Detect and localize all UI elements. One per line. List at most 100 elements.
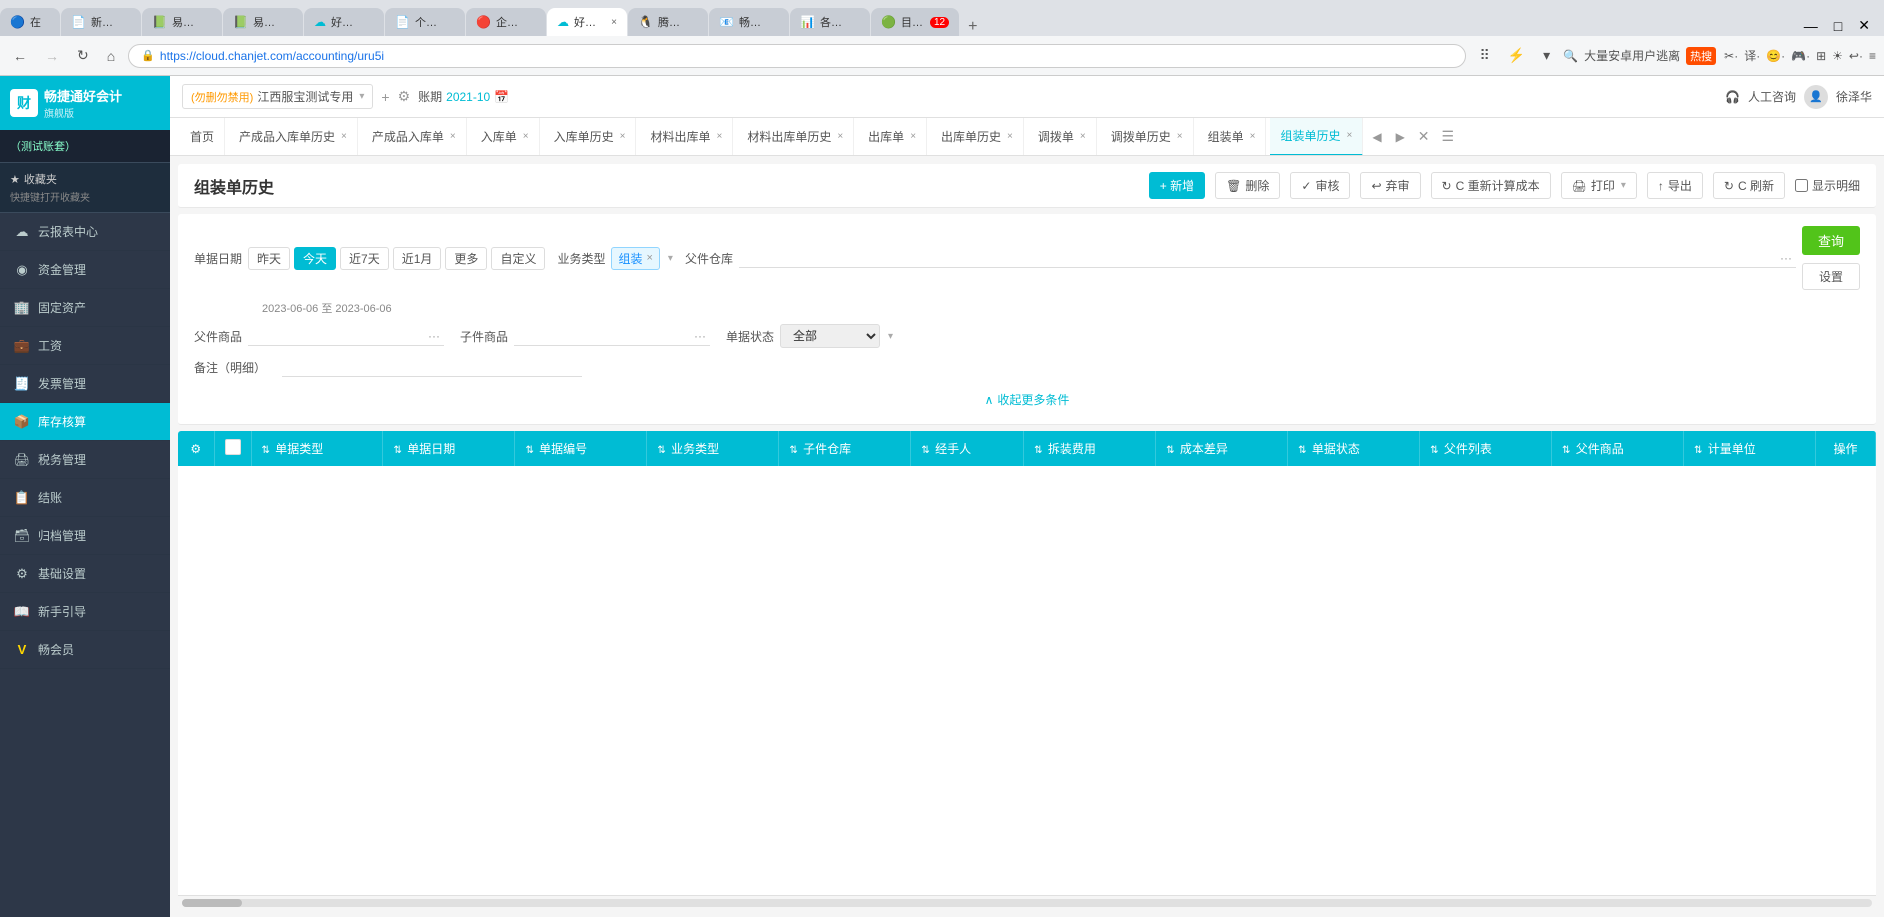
biz-type-remove-btn[interactable]: ×	[646, 252, 652, 264]
th-disassembly-cost[interactable]: ⇅ 拆装费用	[1024, 431, 1156, 466]
nav-tab-in-hist-close[interactable]: ×	[620, 131, 626, 142]
menu-tool[interactable]: ≡	[1869, 49, 1876, 63]
tab-6[interactable]: 📄 个…	[385, 8, 465, 36]
nav-tab-prod-in-hist[interactable]: 产成品入库单历史 ×	[229, 118, 358, 156]
sidebar-item-cloud-report[interactable]: ☁ 云报表中心	[0, 213, 170, 251]
custom-date-btn[interactable]: 自定义	[491, 247, 545, 270]
back-button[interactable]: ←	[8, 46, 32, 66]
query-button[interactable]: 查询	[1802, 226, 1860, 255]
maximize-btn[interactable]: □	[1828, 16, 1848, 36]
print-btn[interactable]: 🖨 打印 ▾	[1561, 172, 1637, 199]
extensions-button[interactable]: ⠿	[1474, 45, 1494, 66]
close-btn[interactable]: ✕	[1852, 15, 1876, 36]
recalc-btn[interactable]: ↻ C 重新计算成本	[1431, 172, 1551, 199]
th-biz-type[interactable]: ⇅ 业务类型	[647, 431, 779, 466]
nav-tab-material-out-close[interactable]: ×	[716, 131, 722, 142]
scroll-thumb[interactable]	[182, 899, 242, 907]
nav-tab-out-hist[interactable]: 出库单历史 ×	[931, 118, 1024, 156]
sidebar-item-checkout[interactable]: 📋 结账	[0, 479, 170, 517]
filter-settings-button[interactable]: 设置	[1802, 263, 1860, 290]
child-goods-more-btn[interactable]: ···	[690, 329, 710, 343]
tab-11[interactable]: 📊 各…	[790, 8, 870, 36]
nav-tab-adjust-hist-close[interactable]: ×	[1177, 131, 1183, 142]
more-button[interactable]: ▾	[1538, 45, 1555, 66]
today-btn[interactable]: 今天	[294, 247, 336, 270]
tab-7[interactable]: 🔴 企…	[466, 8, 546, 36]
sidebar-item-fund[interactable]: ◉ 资金管理	[0, 251, 170, 289]
show-detail-input[interactable]	[1795, 179, 1808, 192]
sidebar-item-member[interactable]: V 畅会员	[0, 631, 170, 669]
calendar-icon[interactable]: 📅	[494, 90, 509, 104]
tab-8-close[interactable]: ×	[611, 17, 617, 28]
add-company-button[interactable]: +	[381, 89, 389, 105]
table-settings-icon[interactable]: ⚙	[190, 442, 201, 456]
parent-warehouse-input[interactable]	[739, 249, 1776, 267]
th-order-status[interactable]: ⇅ 单据状态	[1288, 431, 1420, 466]
nav-tab-assemble-hist-close[interactable]: ×	[1346, 130, 1352, 141]
close-all-tabs-button[interactable]: ✕	[1414, 128, 1434, 145]
nav-tab-material-out-hist[interactable]: 材料出库单历史 ×	[737, 118, 854, 156]
nav-tab-prod-in-hist-close[interactable]: ×	[341, 131, 347, 142]
parent-warehouse-more-btn[interactable]: ···	[1776, 251, 1796, 265]
sidebar-item-salary[interactable]: 💼 工资	[0, 327, 170, 365]
nav-tab-out-order[interactable]: 出库单 ×	[858, 118, 927, 156]
sidebar-item-invoice[interactable]: 🧾 发票管理	[0, 365, 170, 403]
sidebar-fav[interactable]: ★ 收藏夹 快捷键打开收藏夹	[0, 163, 170, 213]
nav-tab-out-hist-close[interactable]: ×	[1007, 131, 1013, 142]
sun-tool[interactable]: ☀	[1832, 49, 1843, 63]
th-parent-goods[interactable]: ⇅ 父件商品	[1552, 431, 1684, 466]
th-order-no[interactable]: ⇅ 单据编号	[515, 431, 647, 466]
nav-tab-in-hist[interactable]: 入库单历史 ×	[544, 118, 637, 156]
undo-tool[interactable]: ↩·	[1849, 49, 1863, 63]
nav-prev-arrow[interactable]: ◀	[1367, 130, 1386, 144]
grid-tool[interactable]: ⊞	[1816, 49, 1826, 63]
last7days-btn[interactable]: 近7天	[340, 247, 389, 270]
sidebar-item-settings[interactable]: ⚙ 基础设置	[0, 555, 170, 593]
th-parent-list[interactable]: ⇅ 父件列表	[1420, 431, 1552, 466]
reload-button[interactable]: ↻	[72, 45, 94, 66]
collapse-btn[interactable]: ∧ 收起更多条件	[194, 387, 1860, 412]
th-order-type[interactable]: ⇅ 单据类型	[251, 431, 383, 466]
tab-3[interactable]: 📗 易…	[142, 8, 222, 36]
th-unit[interactable]: ⇅ 计量单位	[1684, 431, 1816, 466]
th-handler[interactable]: ⇅ 经手人	[911, 431, 1024, 466]
user-service-label[interactable]: 人工咨询	[1748, 88, 1796, 105]
scroll-track[interactable]	[182, 899, 1872, 907]
nav-tab-material-out-hist-close[interactable]: ×	[837, 131, 843, 142]
export-btn[interactable]: ↑ 导出	[1647, 172, 1703, 199]
tab-10[interactable]: 📧 畅…	[709, 8, 789, 36]
nav-next-arrow[interactable]: ▶	[1391, 130, 1410, 144]
url-bar[interactable]: 🔒 https://cloud.chanjet.com/accounting/u…	[128, 44, 1466, 68]
nav-tab-prod-in[interactable]: 产成品入库单 ×	[362, 118, 467, 156]
nav-tab-in-order[interactable]: 入库单 ×	[471, 118, 540, 156]
th-cost-diff[interactable]: ⇅ 成本差异	[1156, 431, 1288, 466]
sidebar-item-archive[interactable]: 🗃 归档管理	[0, 517, 170, 555]
lightning-button[interactable]: ⚡	[1503, 45, 1530, 66]
new-btn[interactable]: + 新增	[1149, 172, 1205, 199]
delete-btn[interactable]: 🗑 删除	[1215, 172, 1280, 199]
minimize-btn[interactable]: —	[1798, 16, 1824, 36]
nav-tab-in-order-close[interactable]: ×	[523, 131, 529, 142]
tab-4[interactable]: 📗 易…	[223, 8, 303, 36]
gear-settings-button[interactable]: ⚙	[398, 88, 411, 105]
notes-input[interactable]	[282, 358, 582, 376]
tab-2[interactable]: 📄 新…	[61, 8, 141, 36]
nav-tab-adjust[interactable]: 调拨单 ×	[1028, 118, 1097, 156]
tab-9[interactable]: 🐧 腾…	[628, 8, 708, 36]
nav-tab-assemble-close[interactable]: ×	[1250, 131, 1256, 142]
emoji-tool[interactable]: 😊·	[1766, 49, 1785, 63]
scissors-tool[interactable]: ✂·	[1724, 49, 1738, 63]
sidebar-item-fixed-asset[interactable]: 🏢 固定资产	[0, 289, 170, 327]
translate-tool[interactable]: 译·	[1744, 47, 1760, 64]
nav-tab-assemble[interactable]: 组装单 ×	[1198, 118, 1267, 156]
forward-button[interactable]: →	[40, 46, 64, 66]
reject-btn[interactable]: ↩ 弃审	[1360, 172, 1420, 199]
more-date-btn[interactable]: 更多	[445, 247, 487, 270]
nav-tab-adjust-close[interactable]: ×	[1080, 131, 1086, 142]
parent-goods-more-btn[interactable]: ···	[424, 329, 444, 343]
tab-1[interactable]: 🔵 在	[0, 8, 60, 36]
sidebar-item-guide[interactable]: 📖 新手引导	[0, 593, 170, 631]
home-button[interactable]: ⌂	[102, 46, 120, 66]
yesterday-btn[interactable]: 昨天	[248, 247, 290, 270]
child-goods-input[interactable]	[514, 327, 690, 345]
